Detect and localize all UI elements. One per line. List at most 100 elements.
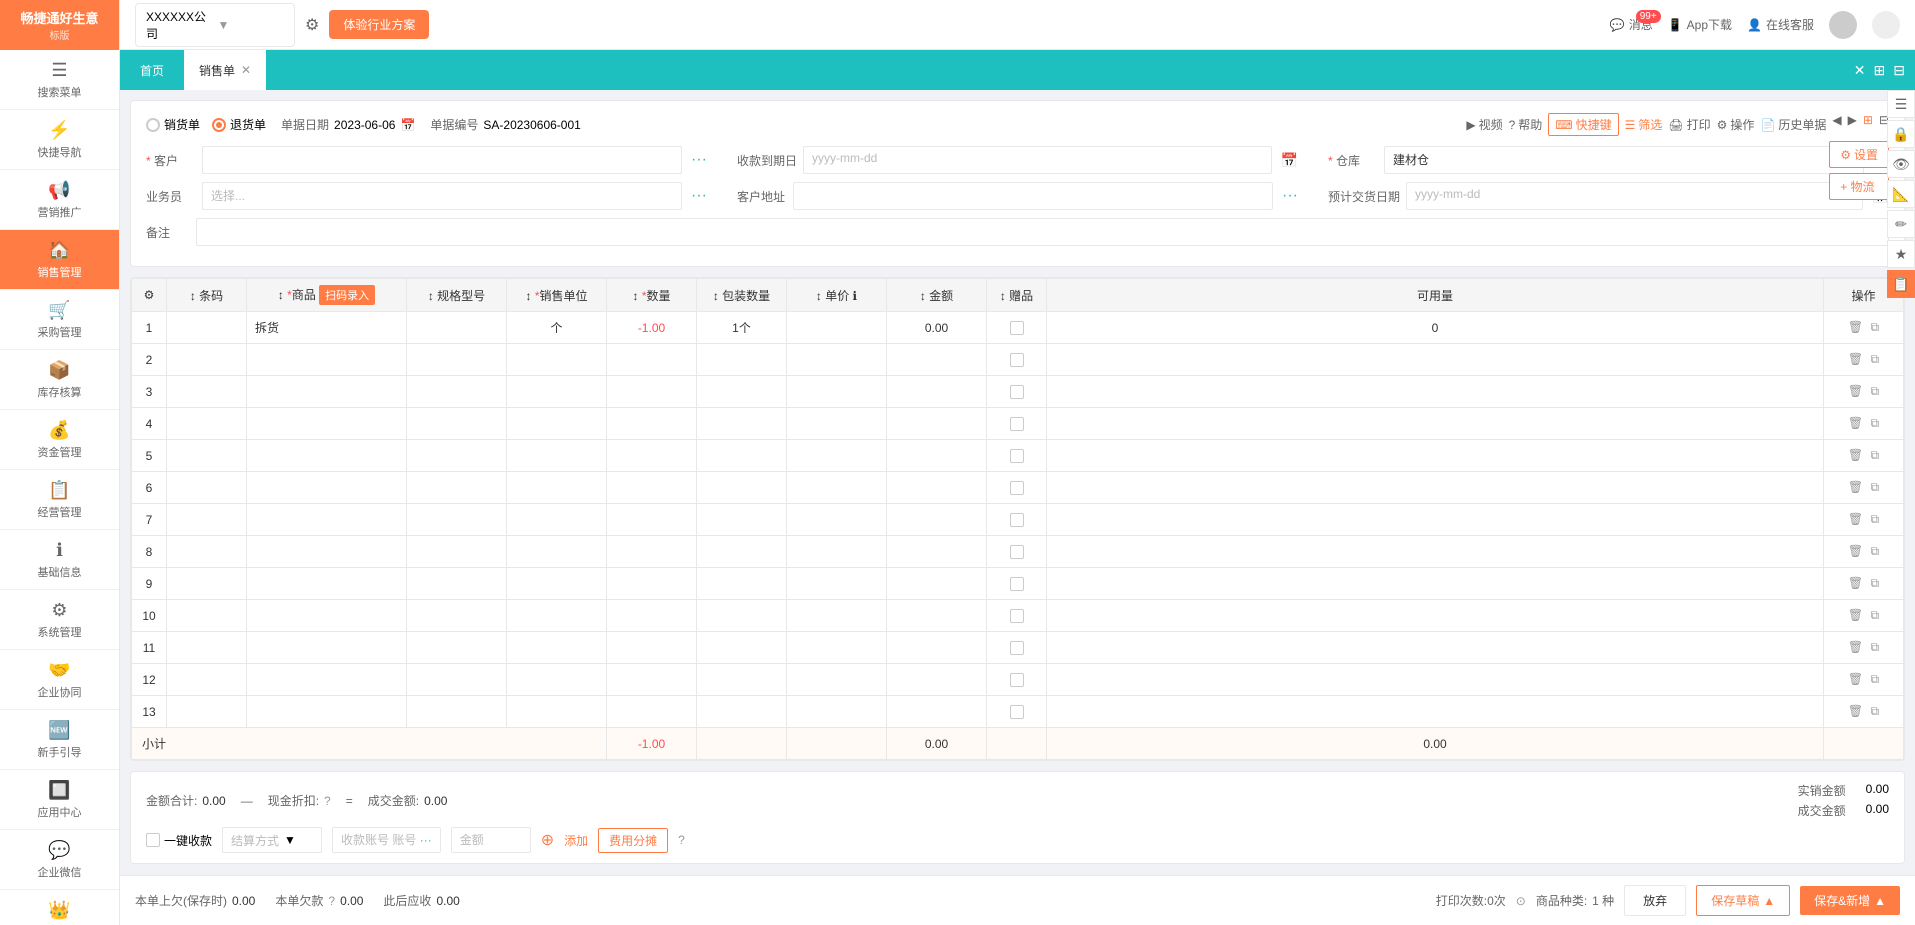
date-calendar-icon[interactable]: 📅 — [400, 118, 415, 132]
cell-spec[interactable] — [407, 664, 507, 696]
cell-barcode[interactable] — [167, 312, 247, 344]
cell-product[interactable] — [247, 408, 407, 440]
cell-price[interactable] — [787, 440, 887, 472]
cell-amount[interactable] — [887, 600, 987, 632]
copy-icon[interactable]: ⧉ — [1871, 416, 1880, 430]
cell-qty[interactable] — [607, 504, 697, 536]
cell-unit[interactable] — [507, 440, 607, 472]
cell-product[interactable] — [247, 504, 407, 536]
receive-date-input[interactable]: yyyy-mm-dd — [803, 146, 1272, 174]
cell-barcode[interactable] — [167, 376, 247, 408]
cell-unit[interactable] — [507, 504, 607, 536]
customer-addr-input[interactable] — [793, 182, 1273, 210]
cell-qty[interactable] — [607, 408, 697, 440]
cell-product[interactable] — [247, 632, 407, 664]
sidebar-item-inventory[interactable]: 📦 库存核算 — [0, 350, 119, 410]
warehouse-input[interactable]: 建材仓 — [1384, 146, 1864, 174]
right-panel-btn-5[interactable]: ✏ — [1887, 210, 1915, 238]
cell-amount[interactable] — [887, 440, 987, 472]
cell-unit[interactable] — [507, 536, 607, 568]
sidebar-item-operation[interactable]: 📋 经营管理 — [0, 470, 119, 530]
cell-price[interactable] — [787, 504, 887, 536]
salesman-input[interactable]: 选择... — [202, 182, 682, 210]
header-settings-icon[interactable]: ⚙ — [305, 15, 319, 35]
cell-spec[interactable] — [407, 312, 507, 344]
delete-icon[interactable]: 🗑 — [1848, 672, 1863, 686]
copy-icon[interactable]: ⧉ — [1871, 480, 1880, 494]
sidebar-item-search[interactable]: ☰ 搜索菜单 — [0, 50, 119, 110]
cell-qty[interactable] — [607, 696, 697, 728]
cell-barcode[interactable] — [167, 504, 247, 536]
cell-product[interactable] — [247, 664, 407, 696]
tab-layout-icon[interactable]: ⊞ — [1874, 62, 1886, 79]
cell-qty[interactable] — [607, 568, 697, 600]
customer-dots-icon[interactable]: ··· — [691, 151, 707, 169]
one-click-payment-checkbox[interactable]: 一键收款 — [146, 832, 212, 849]
cell-pkg-qty[interactable] — [697, 440, 787, 472]
cell-amount[interactable] — [887, 568, 987, 600]
cell-qty[interactable] — [607, 376, 697, 408]
cell-amount[interactable] — [887, 536, 987, 568]
cell-gift[interactable] — [987, 600, 1047, 632]
online-service-btn[interactable]: 👤 在线客服 — [1747, 16, 1814, 33]
cell-product[interactable] — [247, 600, 407, 632]
th-qty[interactable]: ↕ *数量 — [607, 279, 697, 312]
cell-barcode[interactable] — [167, 440, 247, 472]
cell-price[interactable] — [787, 568, 887, 600]
cell-gift[interactable] — [987, 568, 1047, 600]
sidebar-item-sales[interactable]: 🏠 销售管理 — [0, 230, 119, 290]
cell-qty[interactable] — [607, 536, 697, 568]
cell-price[interactable] — [787, 632, 887, 664]
cell-pkg-qty[interactable] — [697, 664, 787, 696]
sidebar-item-quick-nav[interactable]: ⚡ 快捷导航 — [0, 110, 119, 170]
message-btn[interactable]: 💬 消息 99+ — [1610, 16, 1653, 33]
cell-price[interactable] — [787, 600, 887, 632]
cell-amount[interactable] — [887, 504, 987, 536]
cell-qty[interactable] — [607, 440, 697, 472]
cell-spec[interactable] — [407, 536, 507, 568]
cell-pkg-qty[interactable] — [697, 632, 787, 664]
cell-spec[interactable] — [407, 504, 507, 536]
cell-barcode[interactable] — [167, 664, 247, 696]
discount-info-icon[interactable]: ? — [324, 794, 331, 808]
cell-gift[interactable] — [987, 440, 1047, 472]
copy-icon[interactable]: ⧉ — [1871, 448, 1880, 462]
cell-pkg-qty[interactable] — [697, 536, 787, 568]
add-payment-icon[interactable]: ⊕ — [541, 830, 554, 850]
right-panel-btn-2[interactable]: 🔒 — [1887, 120, 1915, 148]
copy-icon[interactable]: ⧉ — [1871, 608, 1880, 622]
sidebar-item-apps[interactable]: 🔲 应用中心 — [0, 770, 119, 830]
prev-icon[interactable]: ◀ — [1832, 113, 1841, 136]
cell-pkg-qty[interactable] — [697, 696, 787, 728]
app-download-btn[interactable]: 📱 App下载 — [1668, 16, 1732, 33]
sidebar-item-finance[interactable]: 💰 资金管理 — [0, 410, 119, 470]
delivery-date-input[interactable]: yyyy-mm-dd — [1406, 182, 1863, 210]
fee-help-icon[interactable]: ? — [678, 833, 685, 847]
tab-close-all-icon[interactable]: ✕ — [1854, 62, 1866, 79]
cell-unit[interactable] — [507, 408, 607, 440]
cell-price[interactable] — [787, 376, 887, 408]
cell-barcode[interactable] — [167, 536, 247, 568]
tab-home[interactable]: 首页 — [120, 50, 184, 90]
cell-gift[interactable] — [987, 664, 1047, 696]
payment-amount-input[interactable]: 金额 — [451, 827, 531, 853]
cell-barcode[interactable] — [167, 408, 247, 440]
delete-icon[interactable]: 🗑 — [1848, 480, 1863, 494]
cell-pkg-qty[interactable] — [697, 472, 787, 504]
cell-pkg-qty[interactable] — [697, 376, 787, 408]
sidebar-item-corp[interactable]: 🤝 企业协同 — [0, 650, 119, 710]
cell-unit[interactable] — [507, 472, 607, 504]
copy-icon[interactable]: ⧉ — [1871, 640, 1880, 654]
cell-price[interactable] — [787, 664, 887, 696]
cell-barcode[interactable] — [167, 472, 247, 504]
cell-pkg-qty[interactable]: 1个 — [697, 312, 787, 344]
radio-sales-order[interactable]: 销货单 — [146, 116, 200, 133]
tab-sales-order[interactable]: 销售单 ✕ — [184, 50, 266, 90]
cell-spec[interactable] — [407, 344, 507, 376]
copy-icon[interactable]: ⧉ — [1871, 384, 1880, 398]
cell-gift[interactable] — [987, 376, 1047, 408]
th-barcode[interactable]: ↕ 条码 — [167, 279, 247, 312]
operate-btn[interactable]: ⚙ 操作 — [1717, 113, 1755, 136]
settings-button[interactable]: ⚙ 设置 — [1829, 141, 1889, 168]
cell-spec[interactable] — [407, 408, 507, 440]
